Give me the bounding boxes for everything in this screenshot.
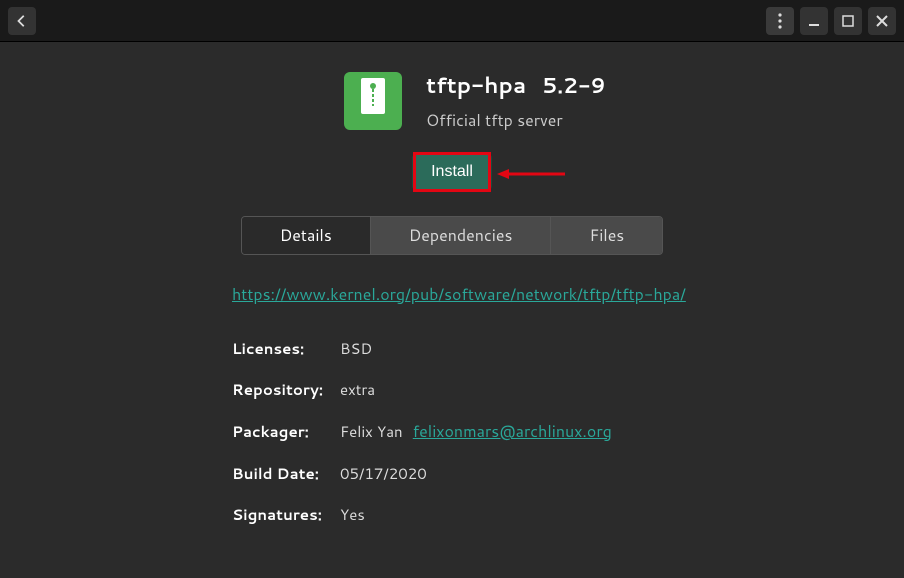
signatures-value: Yes [340,504,365,525]
packager-label: Packager: [232,421,340,442]
maximize-icon [842,15,854,27]
field-repository: Repository: extra [232,379,904,400]
packager-name: Felix Yan [340,421,403,442]
maximize-button[interactable] [834,7,862,35]
package-icon [344,72,402,130]
repository-value: extra [340,379,375,400]
back-button[interactable] [8,7,36,35]
annotation-arrow-icon [497,168,565,180]
menu-button[interactable] [766,7,794,35]
tab-files[interactable]: Files [551,217,662,254]
package-url-link[interactable]: https://www.kernel.org/pub/software/netw… [232,283,686,306]
titlebar [0,0,904,42]
repository-label: Repository: [232,379,340,400]
back-arrow-icon [15,14,29,28]
signatures-label: Signatures: [232,504,340,525]
tab-dependencies[interactable]: Dependencies [371,217,552,254]
kebab-icon [778,13,782,29]
build-date-value: 05/17/2020 [340,463,427,484]
field-packager: Packager: Felix Yan felixonmars@archlinu… [232,420,904,443]
licenses-label: Licenses: [232,338,340,359]
tab-bar: Details Dependencies Files [0,216,904,255]
packager-email-link[interactable]: felixonmars@archlinux.org [413,420,612,443]
package-description: Official tftp server [426,109,606,132]
field-signatures: Signatures: Yes [232,504,904,525]
build-date-label: Build Date: [232,463,340,484]
licenses-value: BSD [340,338,372,359]
minimize-button[interactable] [800,7,828,35]
field-licenses: Licenses: BSD [232,338,904,359]
content: tftp-hpa 5.2-9 Official tftp server Inst… [0,42,904,525]
install-button[interactable]: Install [412,154,492,190]
minimize-icon [808,15,820,27]
package-version: 5.2-9 [542,70,605,100]
close-icon [876,15,888,27]
field-build-date: Build Date: 05/17/2020 [232,463,904,484]
package-header: tftp-hpa 5.2-9 Official tftp server [0,70,904,132]
tab-details[interactable]: Details [242,217,371,254]
details-panel: https://www.kernel.org/pub/software/netw… [0,255,904,525]
package-name: tftp-hpa [426,70,526,101]
close-button[interactable] [868,7,896,35]
packager-value: Felix Yan felixonmars@archlinux.org [340,420,612,443]
